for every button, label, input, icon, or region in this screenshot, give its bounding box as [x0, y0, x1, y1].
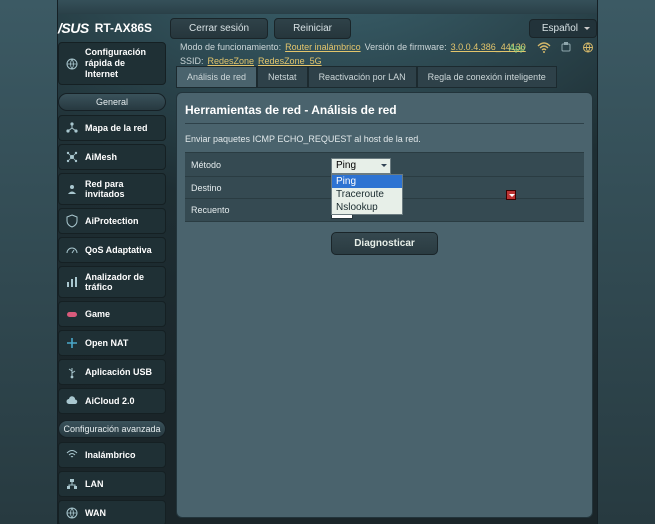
sidebar-item-lan[interactable]: LAN: [58, 471, 166, 497]
mode-link[interactable]: Router inalámbrico: [285, 40, 361, 54]
sidebar-item-label: Analizador de tráfico: [85, 272, 159, 292]
tab-smart-connect[interactable]: Regla de conexión inteligente: [417, 66, 557, 88]
logout-button[interactable]: Cerrar sesión: [170, 18, 268, 39]
sidebar-item-game[interactable]: Game: [58, 301, 166, 327]
panel-description: Enviar paquetes ICMP ECHO_REQUEST al hos…: [185, 134, 584, 144]
qis-line2: rápida de Internet: [85, 58, 125, 79]
section-general: General: [58, 93, 166, 111]
sidebar-item-traffic-analyzer[interactable]: Analizador de tráfico: [58, 266, 166, 298]
network-status-icon[interactable]: [581, 42, 595, 53]
sidebar-item-aimesh[interactable]: AiMesh: [58, 144, 166, 170]
globe-icon: [65, 506, 79, 520]
gamepad-icon: [65, 307, 79, 321]
wireless-icon: [65, 448, 79, 462]
language-selector[interactable]: Español: [529, 19, 597, 38]
tab-bar: Análisis de red Netstat Reactivación por…: [176, 66, 593, 88]
network-map-icon: [65, 121, 79, 135]
method-dropdown: Ping Traceroute Nslookup: [331, 174, 403, 215]
app-link[interactable]: App: [509, 43, 525, 53]
lan-icon: [65, 477, 79, 491]
sidebar-item-label: WAN: [85, 508, 106, 518]
sidebar-item-label: AiCloud 2.0: [85, 396, 135, 406]
method-option-nslookup[interactable]: Nslookup: [332, 201, 402, 214]
diagnose-button[interactable]: Diagnosticar: [331, 232, 438, 255]
sidebar-item-open-nat[interactable]: Open NAT: [58, 330, 166, 356]
open-nat-icon: [65, 336, 79, 350]
target-picker-button[interactable]: [506, 190, 516, 200]
aimesh-icon: [65, 150, 79, 164]
usb-status-icon[interactable]: [559, 42, 573, 53]
sidebar-item-label: Inalámbrico: [85, 450, 136, 460]
sidebar-item-wan[interactable]: WAN: [58, 500, 166, 524]
sidebar-item-qos[interactable]: QoS Adaptativa: [58, 237, 166, 263]
gear-globe-icon: [65, 57, 79, 71]
quick-internet-setup[interactable]: Configuraciónrápida de Internet: [58, 42, 166, 85]
sidebar-item-label: Mapa de la red: [85, 123, 148, 133]
wifi-status-icon[interactable]: [537, 42, 551, 53]
section-advanced: Configuración avanzada: [58, 420, 166, 438]
target-label: Destino: [185, 179, 325, 197]
tab-wol[interactable]: Reactivación por LAN: [308, 66, 417, 88]
reboot-button[interactable]: Reiniciar: [274, 18, 351, 39]
fw-label: Versión de firmware:: [365, 40, 447, 54]
sidebar-item-aiprotection[interactable]: AiProtection: [58, 208, 166, 234]
sidebar-item-network-map[interactable]: Mapa de la red: [58, 115, 166, 141]
sidebar-item-label: QoS Adaptativa: [85, 245, 152, 255]
tab-network-analysis[interactable]: Análisis de red: [176, 66, 257, 88]
sidebar-item-label: Red para invitados: [85, 179, 159, 199]
sidebar-item-aicloud[interactable]: AiCloud 2.0: [58, 388, 166, 414]
sidebar-item-guest-network[interactable]: Red para invitados: [58, 173, 166, 205]
sidebar-item-usb-app[interactable]: Aplicación USB: [58, 359, 166, 385]
sidebar-item-label: AiMesh: [85, 152, 117, 162]
method-select[interactable]: Ping: [331, 158, 391, 174]
qis-line1: Configuración: [85, 47, 146, 57]
sidebar-item-wireless[interactable]: Inalámbrico: [58, 442, 166, 468]
sidebar-item-label: Aplicación USB: [85, 367, 152, 377]
guest-network-icon: [65, 182, 79, 196]
sidebar-item-label: Open NAT: [85, 338, 128, 348]
cloud-icon: [65, 394, 79, 408]
brand-logo: /SUS: [58, 20, 89, 36]
model-label: RT-AX86S: [95, 21, 152, 35]
gauge-icon: [65, 243, 79, 257]
bars-icon: [65, 275, 79, 289]
sidebar-item-label: Game: [85, 309, 110, 319]
tool-panel: Herramientas de red - Análisis de red En…: [176, 92, 593, 518]
method-label: Método: [185, 156, 325, 174]
method-option-traceroute[interactable]: Traceroute: [332, 188, 402, 201]
tab-netstat[interactable]: Netstat: [257, 66, 308, 88]
sidebar-item-label: LAN: [85, 479, 104, 489]
shield-icon: [65, 214, 79, 228]
method-option-ping[interactable]: Ping: [332, 175, 402, 188]
usb-icon: [65, 365, 79, 379]
count-label: Recuento: [185, 201, 325, 219]
sidebar-item-label: AiProtection: [85, 216, 139, 226]
mode-label: Modo de funcionamiento:: [180, 40, 281, 54]
panel-title: Herramientas de red - Análisis de red: [185, 103, 584, 117]
